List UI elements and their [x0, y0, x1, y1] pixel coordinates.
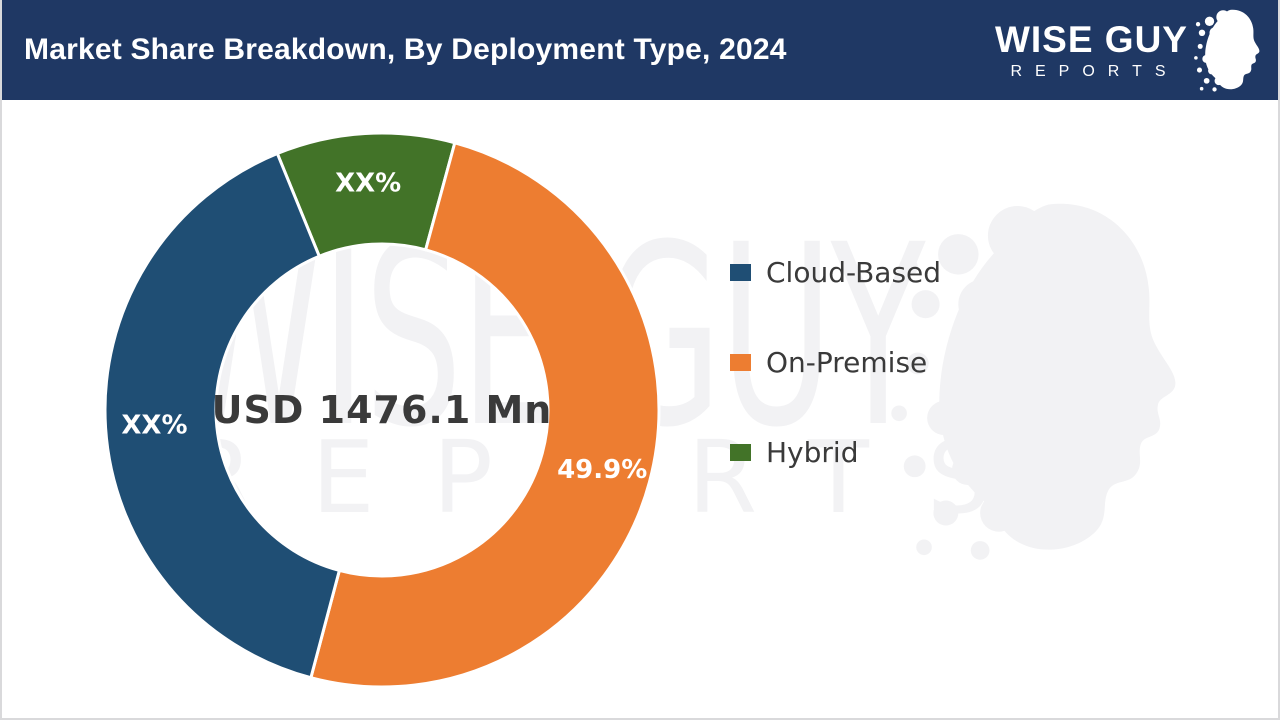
legend-label: On-Premise [766, 346, 928, 379]
wiseguy-logo: WISE GUY REPORTS [995, 7, 1262, 93]
legend-item-hybrid: Hybrid [730, 436, 941, 469]
logo-face-icon [1194, 9, 1260, 92]
legend-swatch-hybrid [730, 444, 751, 461]
page-title: Market Share Breakdown, By Deployment Ty… [24, 33, 787, 66]
chart-area: WISE GUY REPORTS XX%49.9%XX% USD 1476.1 … [2, 100, 1278, 718]
report-card: Market Share Breakdown, By Deployment Ty… [0, 0, 1280, 720]
donut-chart: XX% 49.9% XX% [103, 131, 661, 689]
legend-swatch-on-premise [730, 354, 751, 371]
header: Market Share Breakdown, By Deployment Ty… [2, 0, 1278, 100]
segment-value-label: XX% [121, 411, 187, 441]
segment-value-label: XX% [335, 168, 401, 198]
legend-label: Cloud-Based [766, 256, 942, 289]
legend-swatch-cloud-based [730, 264, 751, 281]
logo-wordmark: WISE GUY [994, 18, 1188, 60]
logo-text: WISE GUY REPORTS [995, 21, 1188, 80]
logo-subtext: REPORTS [1010, 62, 1179, 80]
donut-center-value: USD 1476.1 Mn [211, 388, 553, 432]
segment-value-label: 49.9% [557, 455, 647, 485]
legend: Cloud-Based On-Premise Hybrid [730, 256, 941, 526]
legend-label: Hybrid [766, 436, 859, 469]
legend-item-cloud-based: Cloud-Based [730, 256, 941, 289]
legend-item-on-premise: On-Premise [730, 346, 941, 379]
